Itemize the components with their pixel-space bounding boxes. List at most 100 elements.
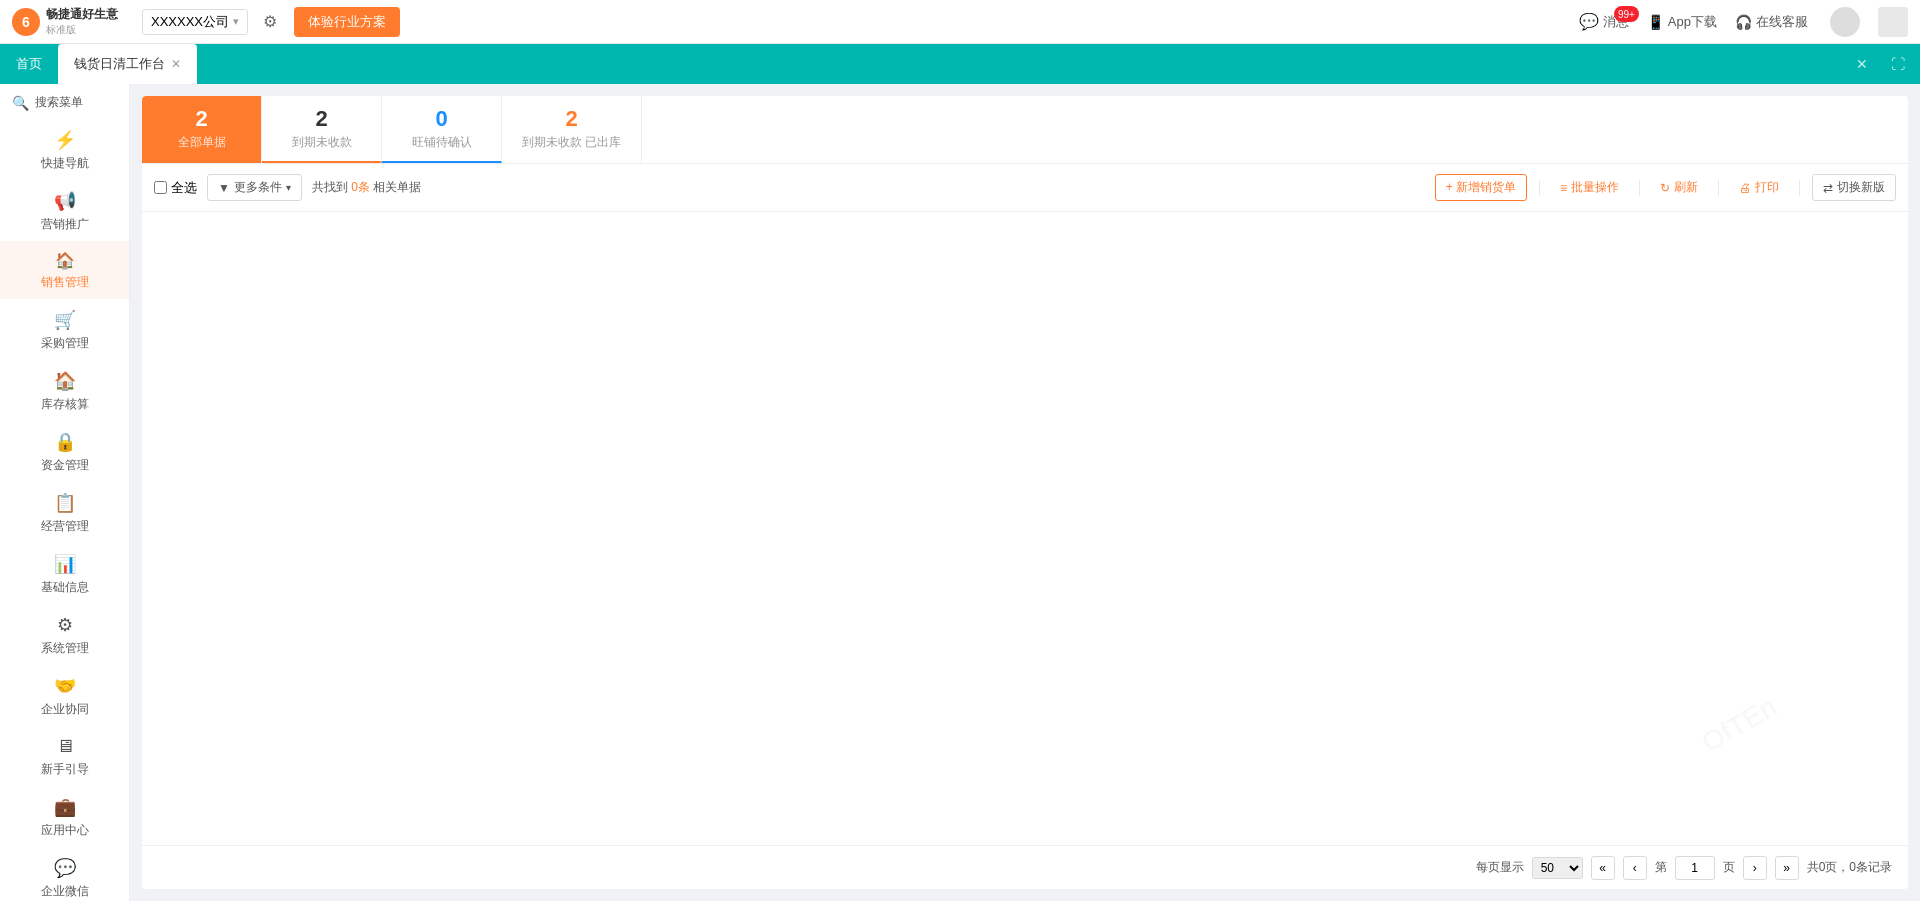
stat-tab-overdue-shipped[interactable]: 2 到期未收款 已出库 xyxy=(502,96,642,163)
sidebar-item-inventory[interactable]: 🏠 库存核算 xyxy=(0,360,129,421)
sidebar-item-guide[interactable]: 🖥 新手引导 xyxy=(0,726,129,786)
sidebar-item-quick-nav[interactable]: ⚡ 快捷导航 xyxy=(0,119,129,180)
switch-icon: ⇄ xyxy=(1823,181,1833,195)
page-number-input[interactable] xyxy=(1675,856,1715,880)
switch-version-btn[interactable]: ⇄ 切换新版 xyxy=(1812,174,1896,201)
refresh-icon: ↻ xyxy=(1660,181,1670,195)
stats-bar: 2 全部单据 2 到期未收款 0 旺铺待确认 2 到期未收款 已出库 xyxy=(142,96,1908,164)
experience-btn[interactable]: 体验行业方案 xyxy=(294,7,400,37)
toolbar-divider3 xyxy=(1718,180,1719,196)
main-content: 2 全部单据 2 到期未收款 0 旺铺待确认 2 到期未收款 已出库 xyxy=(130,84,1920,901)
toolbar-divider4 xyxy=(1799,180,1800,196)
headset-icon: 🎧 xyxy=(1735,14,1752,30)
user-more-btn[interactable] xyxy=(1878,7,1908,37)
total-records: 共0页，0条记录 xyxy=(1807,859,1892,876)
last-page-btn[interactable]: » xyxy=(1775,856,1799,880)
stat-tab-overdue[interactable]: 2 到期未收款 xyxy=(262,96,382,163)
sidebar-item-purchase[interactable]: 🛒 采购管理 xyxy=(0,299,129,360)
guide-icon: 🖥 xyxy=(56,736,74,757)
toolbar-left: 全选 ▼ 更多条件 ▾ 共找到 0条 相关单据 xyxy=(154,174,1425,201)
user-avatar[interactable] xyxy=(1830,7,1860,37)
logo: 6 畅捷通好生意 标准版 xyxy=(12,6,142,37)
tab-home[interactable]: 首页 xyxy=(0,44,58,84)
sidebar-item-app-center[interactable]: 💼 应用中心 xyxy=(0,786,129,847)
sidebar-item-operation[interactable]: 📋 经营管理 xyxy=(0,482,129,543)
app-header: 6 畅捷通好生意 标准版 XXXXXX公司 ▾ ⚙ 体验行业方案 💬 消息 99… xyxy=(0,0,1920,44)
finance-icon: 🔒 xyxy=(54,431,76,453)
wechat-icon: 💬 xyxy=(54,857,76,879)
filter-icon: ▼ xyxy=(218,181,230,195)
company-selector[interactable]: XXXXXX公司 ▾ xyxy=(142,9,248,35)
sales-icon: 🏠 xyxy=(55,251,75,270)
sidebar-label-purchase: 采购管理 xyxy=(41,335,89,352)
company-name: XXXXXX公司 xyxy=(151,13,229,31)
found-text: 共找到 0条 相关单据 xyxy=(312,179,421,196)
purchase-icon: 🛒 xyxy=(54,309,76,331)
refresh-btn[interactable]: ↻ 刷新 xyxy=(1652,175,1706,200)
first-page-btn[interactable]: « xyxy=(1591,856,1615,880)
select-all-label[interactable]: 全选 xyxy=(154,179,197,197)
stat-tab-wangpu[interactable]: 0 旺铺待确认 xyxy=(382,96,502,163)
new-sales-order-btn[interactable]: + 新增销货单 xyxy=(1435,174,1527,201)
sidebar-label-enterprise: 企业协同 xyxy=(41,701,89,718)
sidebar-label-operation: 经营管理 xyxy=(41,518,89,535)
sidebar-label-basic-info: 基础信息 xyxy=(41,579,89,596)
stat-num-overdue: 2 xyxy=(282,106,361,132)
app-download-btn[interactable]: 📱 App下载 xyxy=(1647,13,1717,31)
marketing-icon: 📢 xyxy=(54,190,76,212)
stat-num-all: 2 xyxy=(162,106,241,132)
sidebar-label-app-center: 应用中心 xyxy=(41,822,89,839)
tab-bar-actions: ✕ ⛶ xyxy=(1848,50,1920,78)
sidebar-item-basic-info[interactable]: 📊 基础信息 xyxy=(0,543,129,604)
sidebar-item-finance[interactable]: 🔒 资金管理 xyxy=(0,421,129,482)
sidebar-label-quick-nav: 快捷导航 xyxy=(41,155,89,172)
sidebar-label-sales: 销售管理 xyxy=(41,274,89,291)
content-card: 2 全部单据 2 到期未收款 0 旺铺待确认 2 到期未收款 已出库 xyxy=(142,96,1908,889)
pagination: 每页显示 50 100 200 « ‹ 第 页 › » 共0页，0条记录 xyxy=(142,845,1908,889)
app-center-icon: 💼 xyxy=(54,796,76,818)
sidebar-label-guide: 新手引导 xyxy=(41,761,89,778)
tab-cashflow[interactable]: 钱货日清工作台 ✕ xyxy=(58,44,197,84)
toolbar-right: + 新增销货单 ≡ 批量操作 ↻ 刷新 🖨 打印 xyxy=(1435,174,1896,201)
next-page-btn[interactable]: › xyxy=(1743,856,1767,880)
sidebar: 🔍 搜索菜单 ⚡ 快捷导航 📢 营销推广 🏠 销售管理 🛒 采购管理 🏠 库存核… xyxy=(0,84,130,901)
select-all-checkbox[interactable] xyxy=(154,181,167,194)
filter-btn[interactable]: ▼ 更多条件 ▾ xyxy=(207,174,302,201)
basic-info-icon: 📊 xyxy=(54,553,76,575)
table-area xyxy=(142,212,1908,845)
sidebar-label-system: 系统管理 xyxy=(41,640,89,657)
print-icon: 🖨 xyxy=(1739,181,1751,195)
logo-text: 畅捷通好生意 标准版 xyxy=(46,6,118,37)
logo-icon: 6 xyxy=(12,8,40,36)
stat-label-overdue: 到期未收款 xyxy=(282,134,361,151)
per-page-select[interactable]: 50 100 200 xyxy=(1532,857,1583,879)
sidebar-item-wechat[interactable]: 💬 企业微信 xyxy=(0,847,129,901)
sidebar-label-wechat: 企业微信 xyxy=(41,883,89,900)
tab-expand-btn[interactable]: ⛶ xyxy=(1884,50,1912,78)
online-service-btn[interactable]: 🎧 在线客服 xyxy=(1735,13,1808,31)
print-btn[interactable]: 🖨 打印 xyxy=(1731,175,1787,200)
search-menu-label: 搜索菜单 xyxy=(35,94,83,111)
toolbar-divider xyxy=(1539,180,1540,196)
main-layout: 🔍 搜索菜单 ⚡ 快捷导航 📢 营销推广 🏠 销售管理 🛒 采购管理 🏠 库存核… xyxy=(0,84,1920,901)
stat-tab-all[interactable]: 2 全部单据 xyxy=(142,96,262,163)
sidebar-label-inventory: 库存核算 xyxy=(41,396,89,413)
toolbar: 全选 ▼ 更多条件 ▾ 共找到 0条 相关单据 + 新增销货单 xyxy=(142,164,1908,212)
search-menu-btn[interactable]: 🔍 搜索菜单 xyxy=(0,84,129,119)
tab-close-icon[interactable]: ✕ xyxy=(171,57,181,71)
batch-operation-btn[interactable]: ≡ 批量操作 xyxy=(1552,175,1627,200)
sidebar-item-sales[interactable]: 🏠 销售管理 xyxy=(0,241,129,299)
message-btn[interactable]: 💬 消息 99 xyxy=(1579,12,1629,31)
settings-btn[interactable]: ⚙ xyxy=(256,8,284,36)
sidebar-label-marketing: 营销推广 xyxy=(41,216,89,233)
sidebar-item-enterprise[interactable]: 🤝 企业协同 xyxy=(0,665,129,726)
tab-close-window-btn[interactable]: ✕ xyxy=(1848,50,1876,78)
filter-dropdown-icon: ▾ xyxy=(286,182,291,193)
sidebar-item-marketing[interactable]: 📢 营销推广 xyxy=(0,180,129,241)
stat-label-wangpu: 旺铺待确认 xyxy=(402,134,481,151)
sidebar-item-system[interactable]: ⚙ 系统管理 xyxy=(0,604,129,665)
page-label-pre: 第 xyxy=(1655,859,1667,876)
batch-icon: ≡ xyxy=(1560,181,1567,195)
prev-page-btn[interactable]: ‹ xyxy=(1623,856,1647,880)
enterprise-icon: 🤝 xyxy=(54,675,76,697)
